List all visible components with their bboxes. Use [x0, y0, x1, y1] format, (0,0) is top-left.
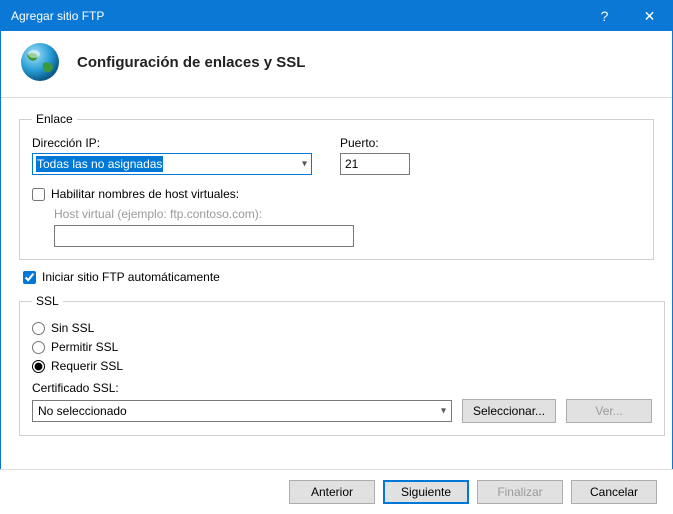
ssl-none-radio[interactable] — [32, 322, 45, 335]
previous-button[interactable]: Anterior — [289, 480, 375, 504]
wizard-footer: Anterior Siguiente Finalizar Cancelar — [0, 469, 673, 514]
finish-button: Finalizar — [477, 480, 563, 504]
wizard-header: Configuración de enlaces y SSL — [1, 31, 672, 98]
window-title: Agregar sitio FTP — [11, 9, 582, 23]
view-cert-button: Ver... — [566, 399, 652, 423]
ssl-none-label: Sin SSL — [51, 321, 94, 335]
vhost-label: Host virtual (ejemplo: ftp.contoso.com): — [54, 207, 641, 221]
auto-start-checkbox[interactable] — [23, 271, 36, 284]
ssl-group: SSL Sin SSL Permitir SSL Requerir SSL Ce… — [19, 294, 665, 436]
port-label: Puerto: — [340, 136, 410, 150]
port-input[interactable] — [340, 153, 410, 175]
cancel-button[interactable]: Cancelar — [571, 480, 657, 504]
enable-vhost-checkbox[interactable] — [32, 188, 45, 201]
binding-legend: Enlace — [32, 112, 77, 126]
cert-select[interactable]: No seleccionado ▾ — [32, 400, 452, 422]
ip-address-select[interactable]: Todas las no asignadas ▾ — [32, 153, 312, 175]
vhost-input — [54, 225, 354, 247]
globe-icon — [19, 41, 61, 83]
chevron-down-icon: ▾ — [441, 406, 446, 417]
ip-address-value: Todas las no asignadas — [36, 156, 163, 172]
ip-label: Dirección IP: — [32, 136, 312, 150]
titlebar: Agregar sitio FTP ? ✕ — [1, 1, 672, 31]
cert-label: Certificado SSL: — [32, 381, 652, 395]
ssl-allow-label: Permitir SSL — [51, 340, 118, 354]
ssl-legend: SSL — [32, 294, 63, 308]
enable-vhost-label: Habilitar nombres de host virtuales: — [51, 187, 239, 201]
select-cert-button[interactable]: Seleccionar... — [462, 399, 556, 423]
binding-group: Enlace Dirección IP: Todas las no asigna… — [19, 112, 654, 260]
ssl-require-label: Requerir SSL — [51, 359, 123, 373]
next-button[interactable]: Siguiente — [383, 480, 469, 504]
ssl-allow-radio[interactable] — [32, 341, 45, 354]
auto-start-label: Iniciar sitio FTP automáticamente — [42, 270, 220, 284]
help-button[interactable]: ? — [582, 1, 627, 31]
chevron-down-icon: ▾ — [302, 159, 307, 170]
ssl-require-radio[interactable] — [32, 360, 45, 373]
close-button[interactable]: ✕ — [627, 1, 672, 31]
cert-value: No seleccionado — [38, 404, 127, 418]
page-title: Configuración de enlaces y SSL — [77, 54, 305, 71]
